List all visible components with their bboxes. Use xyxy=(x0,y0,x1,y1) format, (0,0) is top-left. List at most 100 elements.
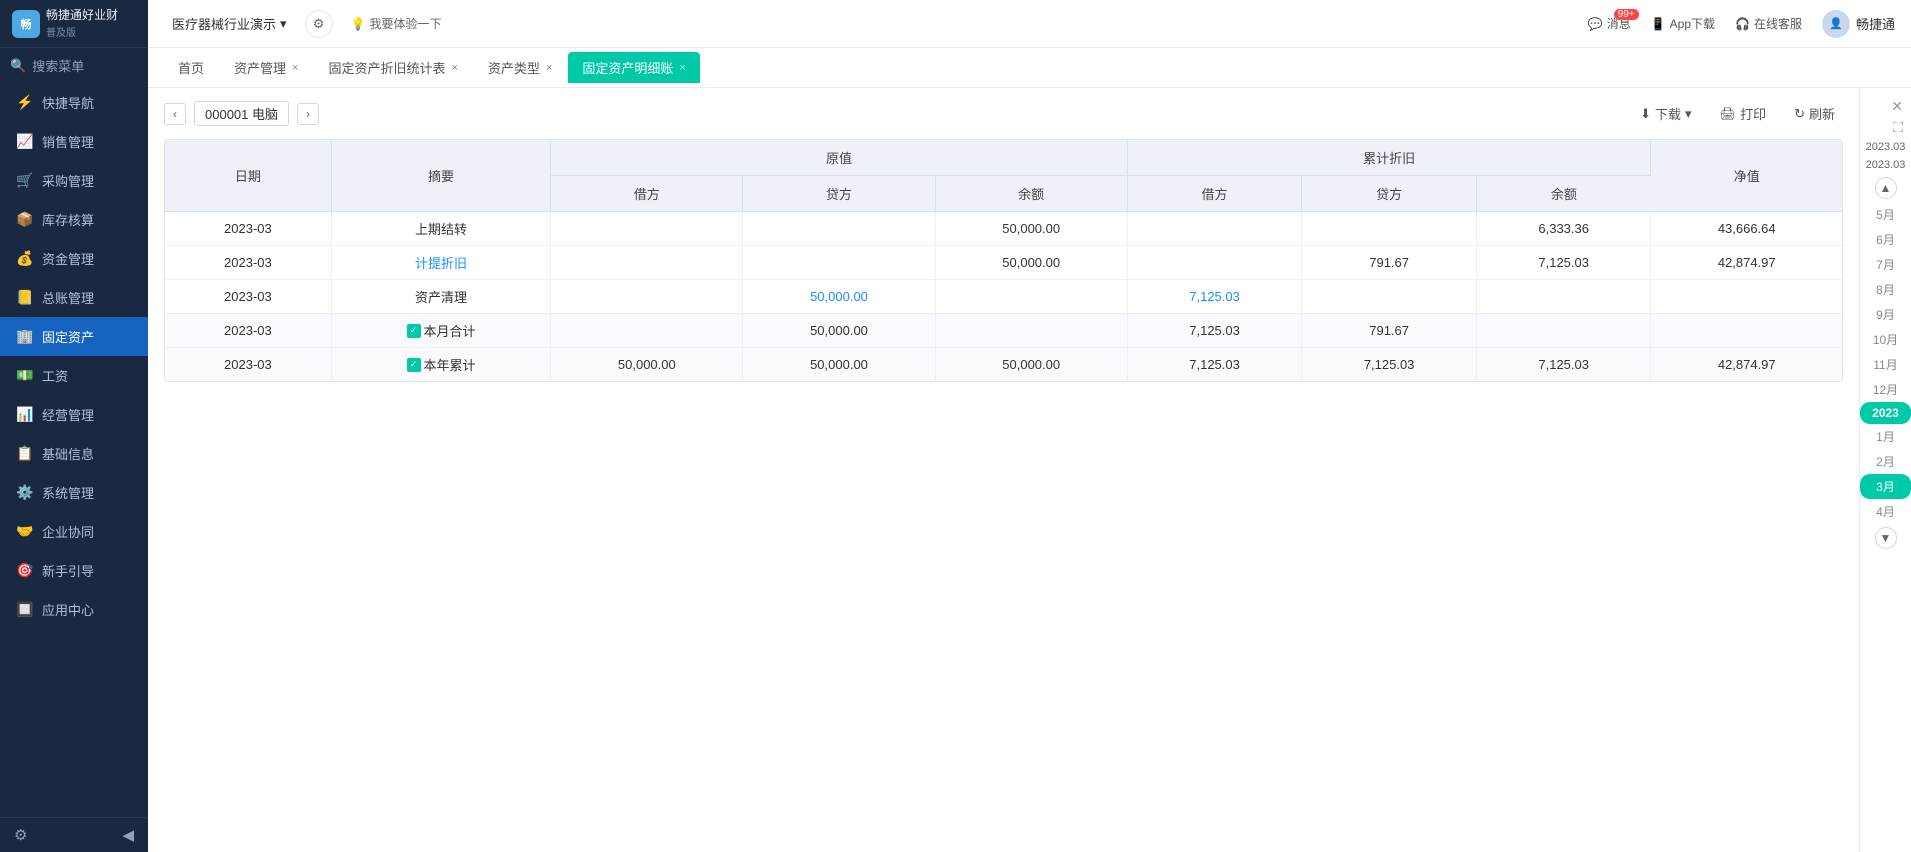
tab-asset-type-close[interactable]: × xyxy=(546,62,552,74)
tab-asset-detail[interactable]: 固定资产明细账 × xyxy=(568,52,699,83)
cell-yuanzhi-balance: 50,000.00 xyxy=(935,246,1127,280)
sidebar-item-quick-nav[interactable]: ⚡ 快捷导航 xyxy=(0,83,148,122)
timeline-down-nav[interactable]: ▼ xyxy=(1875,527,1897,549)
timeline-month-9[interactable]: 9月 xyxy=(1860,302,1911,327)
tab-depreciation-stat[interactable]: 固定资产折旧统计表 × xyxy=(314,52,471,83)
cell-leiji-debit: 7,125.03 xyxy=(1127,348,1302,382)
cell-leiji-balance xyxy=(1476,314,1651,348)
sidebar-item-salary-label: 工资 xyxy=(42,366,68,385)
funds-icon: 💰 xyxy=(16,250,34,268)
cell-yuanzhi-credit xyxy=(743,212,935,246)
cell-net-value: 42,874.97 xyxy=(1651,348,1842,382)
timeline-close-btn[interactable]: ✕ xyxy=(1887,96,1907,117)
sidebar-item-app-center[interactable]: 🔲 应用中心 xyxy=(0,590,148,629)
sidebar-item-system[interactable]: ⚙️ 系统管理 xyxy=(0,473,148,512)
user-menu[interactable]: 👤 畅捷通 xyxy=(1822,10,1895,38)
cell-leiji-debit: 7,125.03 xyxy=(1127,314,1302,348)
sidebar-item-cooperation-label: 企业协同 xyxy=(42,522,94,541)
cell-leiji-debit xyxy=(1127,246,1302,280)
timeline-month-2[interactable]: 2月 xyxy=(1860,449,1911,474)
sidebar-item-basic-info[interactable]: 📋 基础信息 xyxy=(0,434,148,473)
cell-summary: 上期结转 xyxy=(331,212,550,246)
cell-leiji-credit: 791.67 xyxy=(1302,246,1477,280)
year-sum-badge: ✓ 本年累计 xyxy=(407,355,476,374)
message-icon: 💬 xyxy=(1588,17,1603,31)
sidebar-item-cooperation[interactable]: 🤝 企业协同 xyxy=(0,512,148,551)
cell-leiji-debit: 7,125.03 xyxy=(1127,280,1302,314)
sidebar-item-funds-label: 资金管理 xyxy=(42,249,94,268)
online-service-btn[interactable]: 🎧 在线客服 xyxy=(1735,15,1802,32)
timeline-month-3[interactable]: 3月 xyxy=(1860,474,1911,499)
tab-asset-detail-label: 固定资产明细账 xyxy=(582,58,673,77)
sidebar-item-ledger[interactable]: 📒 总账管理 xyxy=(0,278,148,317)
sidebar-item-inventory[interactable]: 📦 库存核算 xyxy=(0,200,148,239)
sidebar-item-purchase-label: 采购管理 xyxy=(42,171,94,190)
sidebar-item-operations-label: 经营管理 xyxy=(42,405,94,424)
tab-asset-mgmt-close[interactable]: × xyxy=(292,62,298,74)
col-leiji-debit: 借方 xyxy=(1127,176,1302,212)
cell-yuanzhi-balance: 50,000.00 xyxy=(935,348,1127,382)
print-btn[interactable]: 🖨 打印 xyxy=(1712,100,1775,127)
print-label: 打印 xyxy=(1740,104,1766,123)
purchase-icon: 🛒 xyxy=(16,172,34,190)
tab-asset-mgmt[interactable]: 资产管理 × xyxy=(220,52,312,83)
app-download-btn[interactable]: 📱 App下载 xyxy=(1651,15,1715,32)
prev-asset-btn[interactable]: ‹ xyxy=(164,103,186,125)
app-center-icon: 🔲 xyxy=(16,601,34,619)
cell-leiji-balance xyxy=(1476,280,1651,314)
company-selector[interactable]: 医疗器械行业演示 ▾ xyxy=(164,10,295,37)
cell-summary: ✓ 本月合计 xyxy=(331,314,550,348)
next-icon: › xyxy=(306,107,310,121)
content-area: ‹ 000001 电脑 › ⬇ 下载 ▾ 🖨 打印 xyxy=(148,88,1911,852)
messages-btn[interactable]: 💬 消息 99+ xyxy=(1588,15,1631,32)
tab-asset-type[interactable]: 资产类型 × xyxy=(474,52,566,83)
timeline-month-4[interactable]: 4月 xyxy=(1860,499,1911,524)
timeline-month-11[interactable]: 11月 xyxy=(1860,352,1911,377)
timeline-month-8[interactable]: 8月 xyxy=(1860,277,1911,302)
cell-date: 2023-03 xyxy=(165,314,331,348)
topbar-right: 💬 消息 99+ 📱 App下载 🎧 在线客服 👤 畅捷通 xyxy=(1588,10,1895,38)
col-leiji-credit: 贷方 xyxy=(1302,176,1477,212)
next-asset-btn[interactable]: › xyxy=(297,103,319,125)
tab-depreciation-stat-close[interactable]: × xyxy=(451,62,457,74)
cell-yuanzhi-debit xyxy=(551,314,743,348)
timeline-month-7[interactable]: 7月 xyxy=(1860,252,1911,277)
timeline-month-5[interactable]: 5月 xyxy=(1860,202,1911,227)
asset-navigation: ‹ 000001 电脑 › ⬇ 下载 ▾ 🖨 打印 xyxy=(164,100,1843,127)
experience-hint: 💡 我要体验一下 xyxy=(351,15,442,32)
tab-asset-mgmt-label: 资产管理 xyxy=(234,58,286,77)
basic-info-icon: 📋 xyxy=(16,445,34,463)
search-menu-label: 搜索菜单 xyxy=(32,56,84,75)
timeline-month-6[interactable]: 6月 xyxy=(1860,227,1911,252)
cell-yuanzhi-debit xyxy=(551,280,743,314)
tab-home[interactable]: 首页 xyxy=(164,52,218,83)
sidebar-item-sales[interactable]: 📈 销售管理 xyxy=(0,122,148,161)
tab-asset-detail-close[interactable]: × xyxy=(679,62,685,74)
timeline-month-1[interactable]: 1月 xyxy=(1860,424,1911,449)
timeline-month-12[interactable]: 12月 xyxy=(1860,377,1911,402)
cell-yuanzhi-credit: 50,000.00 xyxy=(743,314,935,348)
sidebar-item-funds[interactable]: 💰 资金管理 xyxy=(0,239,148,278)
timeline-year-badge[interactable]: 2023 xyxy=(1860,402,1911,424)
download-btn[interactable]: ⬇ 下载 ▾ xyxy=(1632,100,1699,127)
timeline-year-header1: 2023.03 xyxy=(1860,138,1911,156)
sidebar-item-purchase[interactable]: 🛒 采购管理 xyxy=(0,161,148,200)
topbar-settings-btn[interactable]: ⚙ xyxy=(305,10,333,38)
col-date: 日期 xyxy=(165,140,331,212)
timeline-expand-btn[interactable]: ⛶ xyxy=(1889,117,1907,138)
user-name: 畅捷通 xyxy=(1856,14,1895,33)
sidebar-item-sales-label: 销售管理 xyxy=(42,132,94,151)
settings-footer-icon[interactable]: ⚙ xyxy=(14,826,27,844)
timeline-up-nav[interactable]: ▲ xyxy=(1875,177,1897,199)
refresh-btn[interactable]: ↻ 刷新 xyxy=(1786,100,1843,127)
search-menu[interactable]: 🔍 搜索菜单 xyxy=(0,48,148,83)
timeline-month-10[interactable]: 10月 xyxy=(1860,327,1911,352)
sidebar-item-guide[interactable]: 🎯 新手引导 xyxy=(0,551,148,590)
fixed-assets-icon: 🏢 xyxy=(16,328,34,346)
app-version: 普及版 xyxy=(46,24,118,39)
cell-yuanzhi-balance xyxy=(935,314,1127,348)
sidebar-item-salary[interactable]: 💵 工资 xyxy=(0,356,148,395)
sidebar-item-fixed-assets[interactable]: 🏢 固定资产 xyxy=(0,317,148,356)
collapse-sidebar-icon[interactable]: ◀ xyxy=(122,826,134,844)
sidebar-item-operations[interactable]: 📊 经营管理 xyxy=(0,395,148,434)
